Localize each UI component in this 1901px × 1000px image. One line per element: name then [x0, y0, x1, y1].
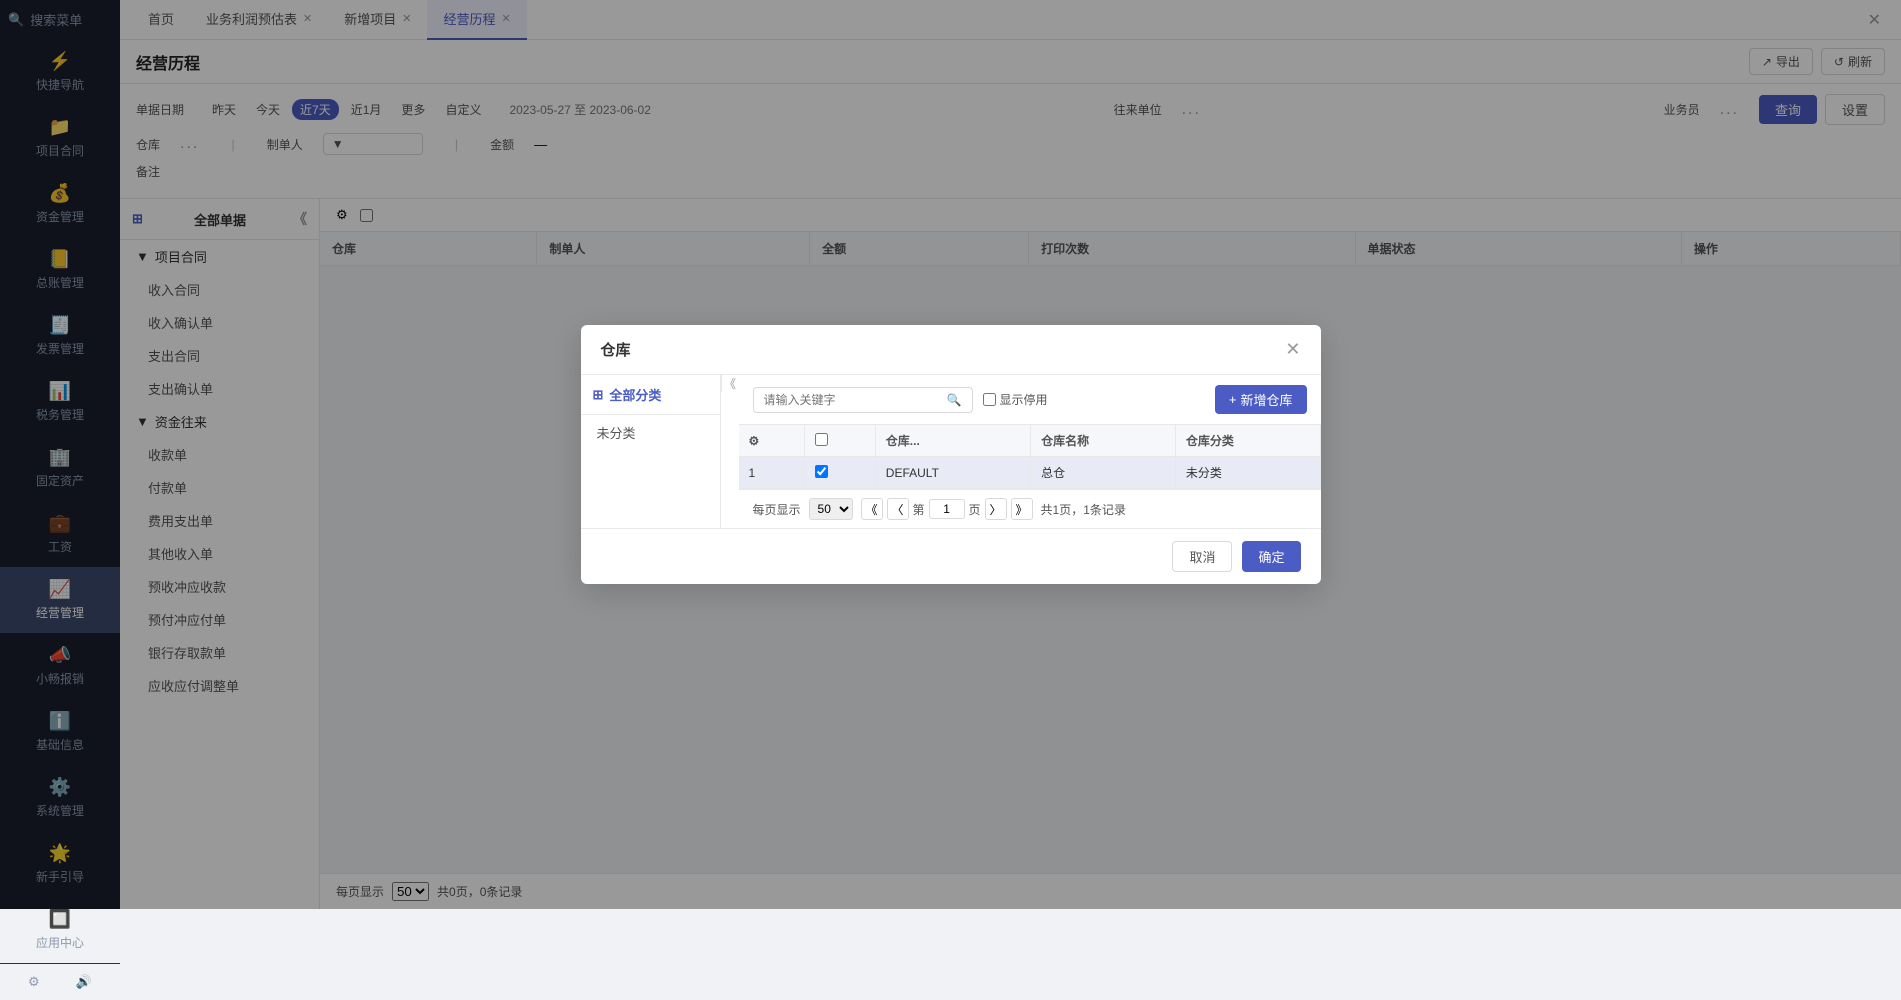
last-page-btn[interactable]: 》	[1011, 498, 1033, 520]
warehouse-modal: 仓库 ✕ ⊞ 全部分类 未分类 《	[581, 325, 1321, 584]
category-label: 全部分类	[609, 385, 661, 404]
col-code: 仓库...	[875, 425, 1030, 457]
audio-icon[interactable]: 🔊	[76, 974, 92, 990]
modal-panel-collapse[interactable]: 《	[721, 375, 739, 392]
add-label: 新增仓库	[1240, 390, 1292, 409]
row-name: 总仓	[1031, 457, 1176, 489]
collapse-arrow-icon: 《	[724, 375, 736, 392]
add-icon: +	[1229, 392, 1237, 407]
modal-category-panel: ⊞ 全部分类 未分类	[581, 375, 721, 528]
select-all-checkbox[interactable]	[815, 433, 828, 446]
row-category: 未分类	[1175, 457, 1320, 489]
row-checkbox[interactable]	[804, 457, 875, 489]
col-checkbox	[804, 425, 875, 457]
modal-toolbar: 🔍 显示停用 + 新增仓库	[739, 375, 1321, 425]
modal-per-page-select[interactable]: 50	[809, 498, 853, 520]
modal-table-scroll: ⚙ 仓库... 仓库名称 仓库分类 1 DEFAULT	[739, 425, 1321, 489]
modal-page-nav: 《 〈 第 页 〉 》	[861, 498, 1033, 520]
show-disabled-label[interactable]: 显示停用	[983, 391, 1048, 408]
modal-search-input[interactable]	[764, 393, 941, 407]
modal-actions: 取消 确定	[581, 528, 1321, 584]
page-suffix: 页	[969, 501, 981, 518]
modal-category-header: ⊞ 全部分类	[581, 375, 720, 415]
row-settings: 1	[739, 457, 805, 489]
search-icon[interactable]: 🔍	[947, 393, 962, 407]
modal-per-page-label: 每页显示	[753, 501, 801, 518]
uncategorized-label: 未分类	[597, 426, 636, 441]
modal-table: ⚙ 仓库... 仓库名称 仓库分类 1 DEFAULT	[739, 425, 1321, 489]
col-category: 仓库分类	[1175, 425, 1320, 457]
col-name: 仓库名称	[1031, 425, 1176, 457]
modal-right-panel: 🔍 显示停用 + 新增仓库 ⚙	[739, 375, 1321, 528]
page-label: 第	[913, 501, 925, 518]
modal-search-box[interactable]: 🔍	[753, 387, 973, 413]
sidebar-item-label: 应用中心	[36, 934, 84, 951]
modal-close-button[interactable]: ✕	[1285, 339, 1300, 360]
current-page-input[interactable]	[929, 499, 965, 519]
show-disabled-text: 显示停用	[1000, 391, 1048, 408]
row-code: DEFAULT	[875, 457, 1030, 489]
modal-body: ⊞ 全部分类 未分类 《 🔍	[581, 375, 1321, 528]
add-warehouse-button[interactable]: + 新增仓库	[1215, 385, 1307, 414]
next-page-btn[interactable]: 〉	[985, 498, 1007, 520]
modal-title: 仓库	[601, 339, 631, 360]
cancel-button[interactable]: 取消	[1172, 541, 1232, 572]
settings-bottom-icon[interactable]: ⚙	[28, 974, 40, 990]
prev-page-btn[interactable]: 〈	[887, 498, 909, 520]
modal-total-text: 共1页，1条记录	[1041, 501, 1126, 518]
modal-overlay: 仓库 ✕ ⊞ 全部分类 未分类 《	[0, 0, 1901, 909]
sidebar-bottom: ⚙ 🔊	[0, 963, 120, 1000]
modal-header: 仓库 ✕	[581, 325, 1321, 375]
category-grid-icon: ⊞	[593, 387, 604, 403]
col-settings: ⚙	[739, 425, 805, 457]
app-icon: 🔲	[49, 909, 71, 930]
modal-footer-bar: 每页显示 50 《 〈 第 页 〉 》 共1页，1条记录	[739, 489, 1321, 528]
confirm-button[interactable]: 确定	[1242, 541, 1300, 572]
modal-uncategorized-item[interactable]: 未分类	[581, 415, 720, 450]
table-row[interactable]: 1 DEFAULT 总仓 未分类	[739, 457, 1321, 489]
first-page-btn[interactable]: 《	[861, 498, 883, 520]
show-disabled-checkbox[interactable]	[983, 393, 996, 406]
